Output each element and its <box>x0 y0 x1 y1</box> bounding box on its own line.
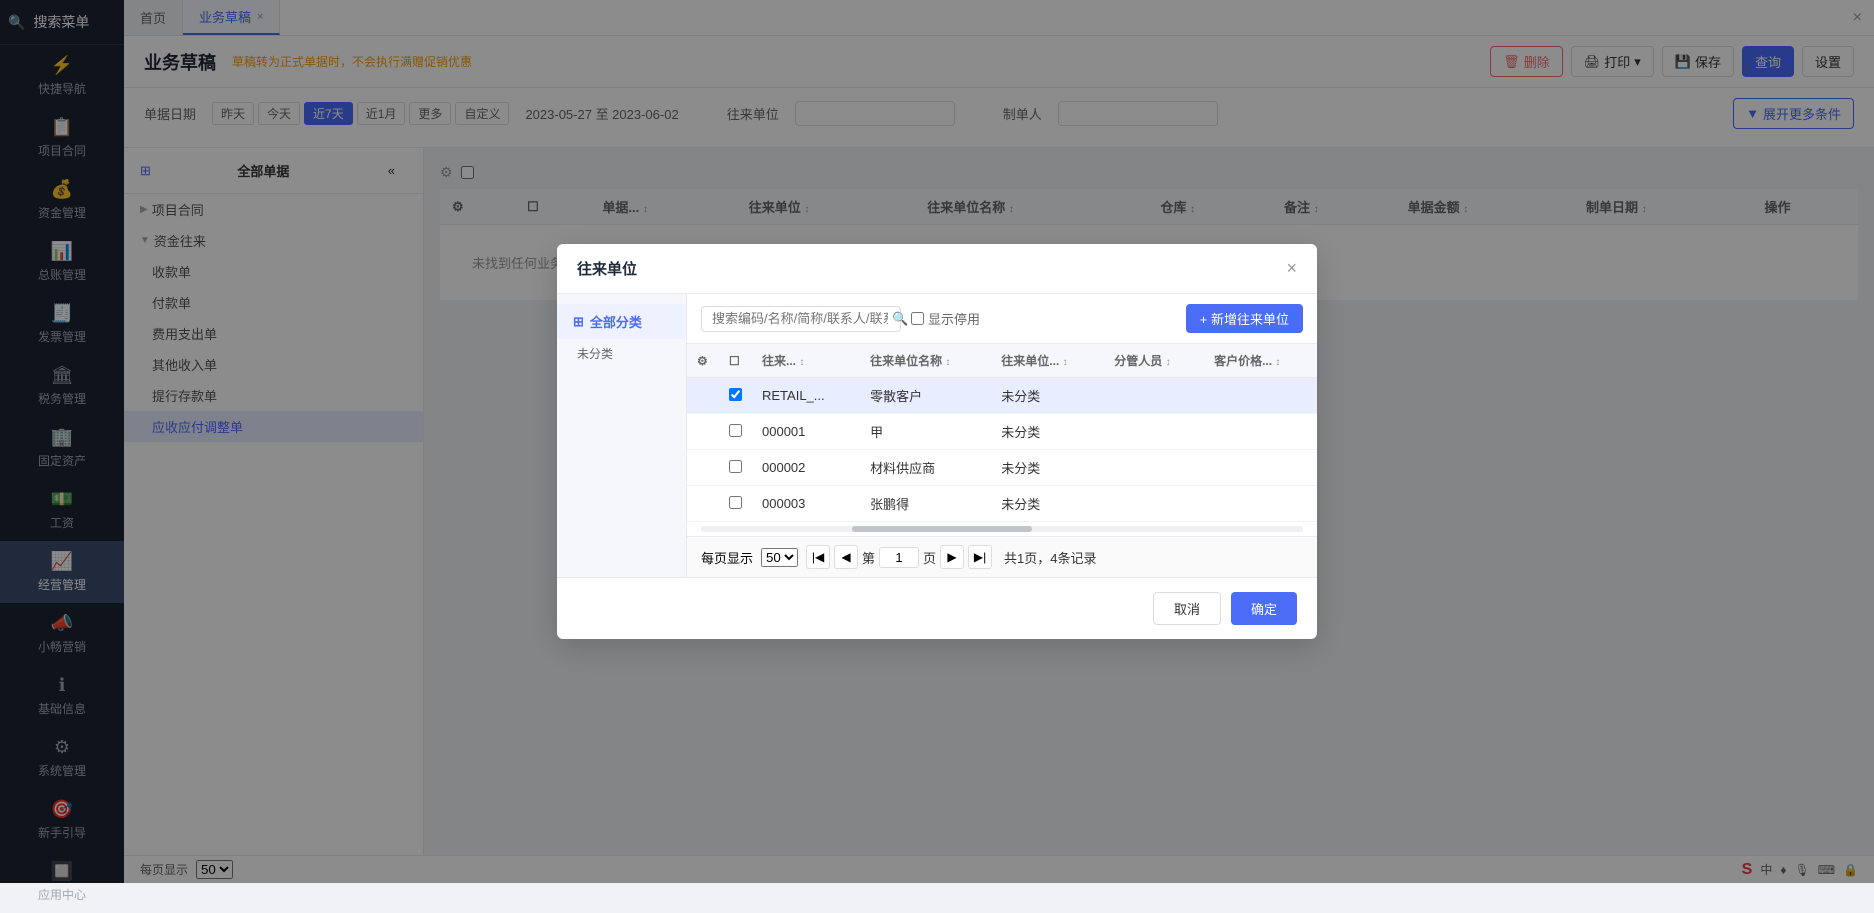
modal-body: ⊞ 全部分类 未分类 🔍 显示停用 <box>557 294 1317 577</box>
modal-close-button[interactable]: × <box>1286 258 1297 279</box>
modal-overlay[interactable]: 往来单位 × ⊞ 全部分类 未分类 🔍 <box>0 0 1874 883</box>
modal-row-2-checkbox[interactable] <box>719 414 752 450</box>
modal-row-2-name: 甲 <box>860 414 991 450</box>
modal-col-manager: 分管人员 ↕ <box>1104 344 1204 378</box>
modal-row-4-code: 000003 <box>752 486 860 522</box>
modal-table-body: RETAIL_... 零散客户 未分类 000001 甲 <box>687 378 1317 522</box>
modal-row-4-price <box>1204 486 1317 522</box>
modal-toolbar: 🔍 显示停用 + 新增往来单位 <box>687 294 1317 344</box>
pagination: |◀ ◀ 第 页 ▶ ▶| 共1页，4条记录 <box>806 545 1097 569</box>
modal-row-1-manager <box>1104 378 1204 414</box>
modal-row-1-name: 零散客户 <box>860 378 991 414</box>
modal-sidebar-unclassified[interactable]: 未分类 <box>557 339 686 368</box>
modal-col-name: 往来单位名称 ↕ <box>860 344 991 378</box>
modal-row-4-category: 未分类 <box>991 486 1104 522</box>
search-input[interactable] <box>712 311 888 326</box>
modal-sidebar: ⊞ 全部分类 未分类 <box>557 294 687 577</box>
modal-row-3[interactable]: 000002 材料供应商 未分类 <box>687 450 1317 486</box>
modal-row-4-manager <box>1104 486 1204 522</box>
modal-row-4-name: 张鹏得 <box>860 486 991 522</box>
show-disabled-checkbox[interactable] <box>911 312 924 325</box>
modal-row-3-name: 材料供应商 <box>860 450 991 486</box>
page-unit: 页 <box>923 548 936 567</box>
page-label: 第 <box>862 548 875 567</box>
modal-table-wrap: ⚙ ☐ 往来... ↕ 往来单位名称 ↕ 往来单位... ↕ 分管人员 ↕ 客户… <box>687 344 1317 522</box>
modal-sidebar-all[interactable]: ⊞ 全部分类 <box>557 304 686 339</box>
modal-row-2-category: 未分类 <box>991 414 1104 450</box>
modal-col-code: 往来... ↕ <box>752 344 860 378</box>
search-input-container: 🔍 <box>701 306 901 332</box>
per-page-label: 每页显示 <box>701 548 753 567</box>
page-last-button[interactable]: ▶| <box>968 545 992 569</box>
modal-row-2-manager <box>1104 414 1204 450</box>
modal-row-3-price <box>1204 450 1317 486</box>
add-counterparty-button[interactable]: + 新增往来单位 <box>1186 304 1303 333</box>
counterparty-modal: 往来单位 × ⊞ 全部分类 未分类 🔍 <box>557 244 1317 639</box>
modal-row-4[interactable]: 000003 张鹏得 未分类 <box>687 486 1317 522</box>
modal-header: 往来单位 × <box>557 244 1317 294</box>
modal-row-1-price <box>1204 378 1317 414</box>
modal-row-2-code: 000001 <box>752 414 860 450</box>
search-icon: 🔍 <box>892 311 908 327</box>
page-prev-button[interactable]: ◀ <box>834 545 858 569</box>
modal-table: ⚙ ☐ 往来... ↕ 往来单位名称 ↕ 往来单位... ↕ 分管人员 ↕ 客户… <box>687 344 1317 522</box>
show-disabled-label: 显示停用 <box>911 309 980 328</box>
modal-row-3-manager <box>1104 450 1204 486</box>
modal-row-4-settings <box>687 486 719 522</box>
modal-row-1-settings <box>687 378 719 414</box>
modal-row-2-settings <box>687 414 719 450</box>
modal-row-1-code: RETAIL_... <box>752 378 860 414</box>
modal-scrollbar-thumb <box>852 526 1033 532</box>
total-text: 共1页，4条记录 <box>1004 548 1096 567</box>
modal-row-3-settings <box>687 450 719 486</box>
modal-main: 🔍 显示停用 + 新增往来单位 ⚙ ☐ <box>687 294 1317 577</box>
grid-icon: ⊞ <box>573 314 584 330</box>
modal-col-settings: ⚙ <box>687 344 719 378</box>
modal-row-2[interactable]: 000001 甲 未分类 <box>687 414 1317 450</box>
modal-row-1-category: 未分类 <box>991 378 1104 414</box>
modal-col-checkbox: ☐ <box>719 344 752 378</box>
modal-title: 往来单位 <box>577 258 637 279</box>
per-page-select[interactable]: 50 <box>761 548 798 567</box>
modal-row-1[interactable]: RETAIL_... 零散客户 未分类 <box>687 378 1317 414</box>
modal-row-4-checkbox[interactable] <box>719 486 752 522</box>
modal-scrollbar[interactable] <box>701 526 1303 532</box>
modal-row-3-code: 000002 <box>752 450 860 486</box>
modal-row-3-category: 未分类 <box>991 450 1104 486</box>
modal-footer-bar: 每页显示 50 |◀ ◀ 第 页 ▶ ▶| 共1页，4条记录 <box>687 536 1317 577</box>
modal-row-1-checkbox[interactable] <box>719 378 752 414</box>
modal-row-3-checkbox[interactable] <box>719 450 752 486</box>
page-next-button[interactable]: ▶ <box>940 545 964 569</box>
modal-col-category: 往来单位... ↕ <box>991 344 1104 378</box>
cancel-button[interactable]: 取消 <box>1153 592 1221 625</box>
modal-col-price: 客户价格... ↕ <box>1204 344 1317 378</box>
modal-table-header: ⚙ ☐ 往来... ↕ 往来单位名称 ↕ 往来单位... ↕ 分管人员 ↕ 客户… <box>687 344 1317 378</box>
page-first-button[interactable]: |◀ <box>806 545 830 569</box>
confirm-button[interactable]: 确定 <box>1231 592 1297 625</box>
page-input[interactable] <box>879 547 919 568</box>
modal-actions: 取消 确定 <box>557 577 1317 639</box>
modal-row-2-price <box>1204 414 1317 450</box>
